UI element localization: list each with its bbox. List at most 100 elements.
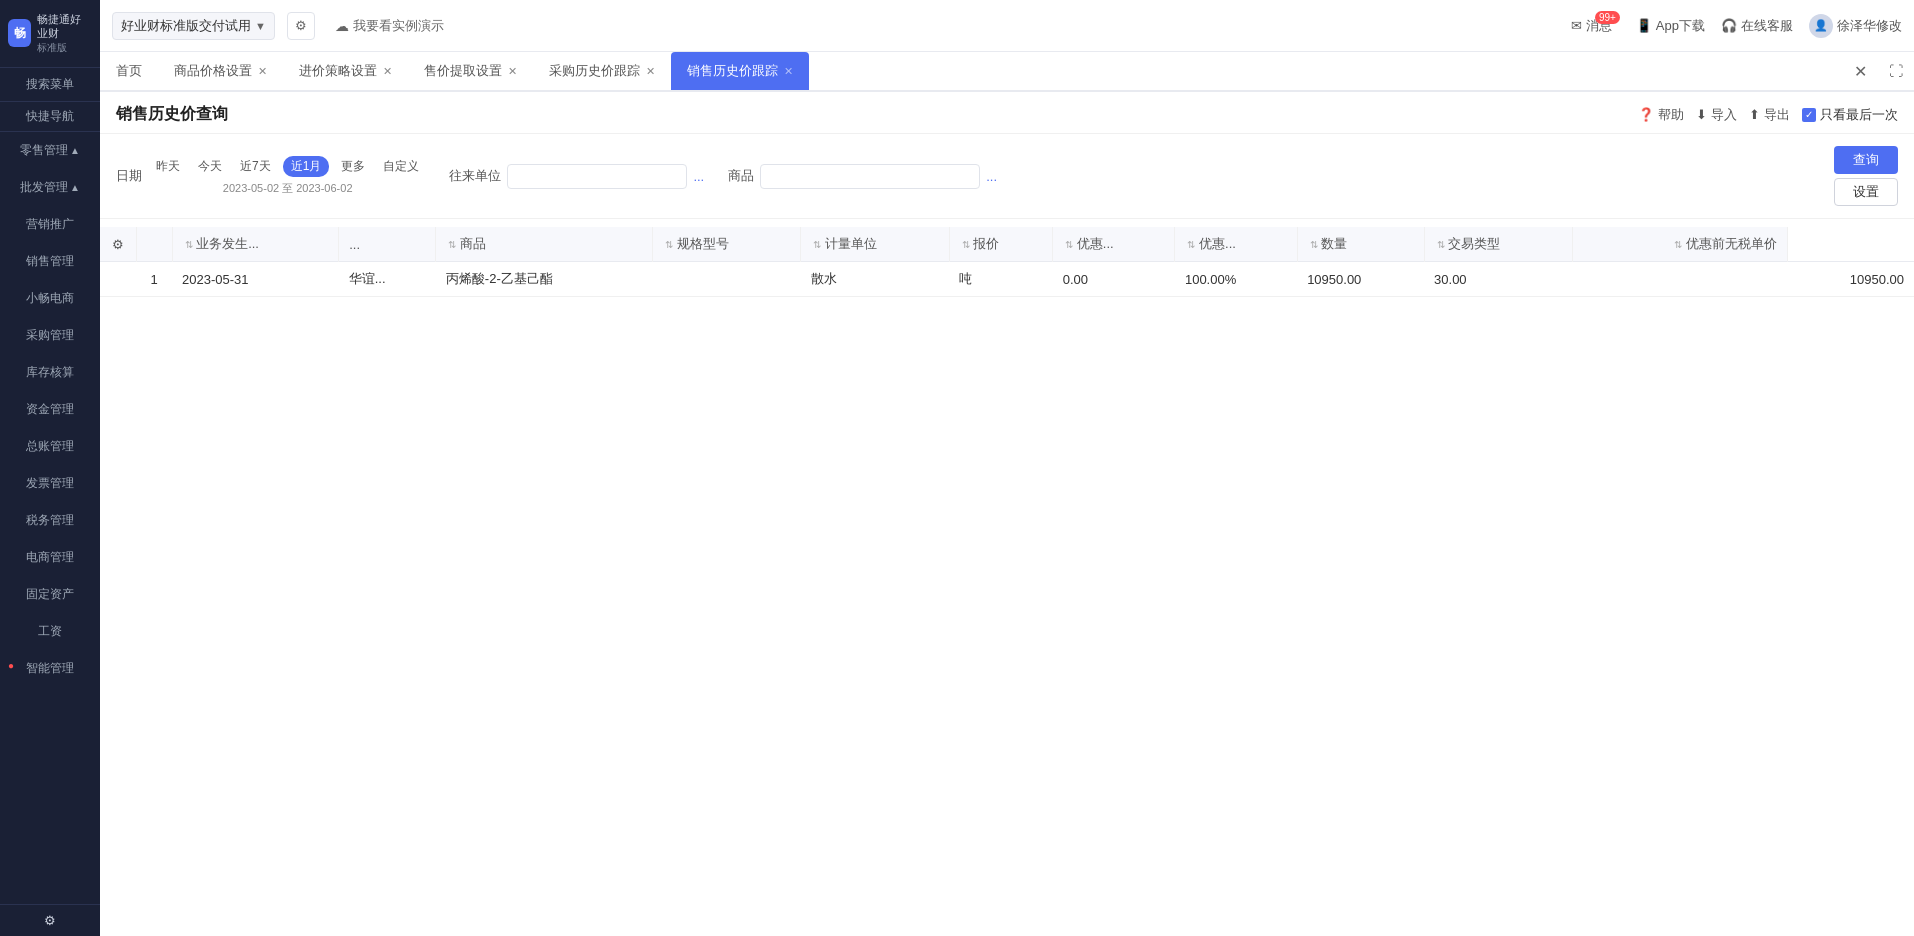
tab-close-price-extract[interactable]: ✕	[508, 65, 517, 78]
th-discount1[interactable]: ⇅ 优惠...	[1053, 227, 1175, 262]
date-btn-yesterday[interactable]: 昨天	[150, 156, 186, 177]
tab-close-product-price[interactable]: ✕	[258, 65, 267, 78]
only-last-checkbox[interactable]: ✓ 只看最后一次	[1802, 106, 1898, 124]
import-icon: ⬇	[1696, 107, 1707, 122]
tab-close-sales-history[interactable]: ✕	[784, 65, 793, 78]
row-discount2: 10950.00	[1297, 262, 1424, 297]
app-download-button[interactable]: 📱 App下载	[1636, 17, 1705, 35]
sidebar-menu: 零售管理 ▲ 批发管理 ▲ 营销推广 销售管理 小畅电商 采购管理 库存核算 资…	[0, 132, 100, 904]
user-profile-button[interactable]: 👤 徐泽华修改	[1809, 14, 1902, 38]
th-qty[interactable]: ⇅ 数量	[1297, 227, 1424, 262]
filter-bar: 日期 昨天 今天 近7天 近1月 更多 自定义 2023-05-02 至 202…	[100, 134, 1914, 219]
window-controls: ✕ ⛶	[1842, 53, 1914, 89]
settings-button[interactable]: 设置	[1834, 178, 1898, 206]
from-unit-filter-group: 往来单位 ...	[449, 164, 704, 189]
date-btn-today[interactable]: 今天	[192, 156, 228, 177]
sidebar-search[interactable]: 搜索菜单	[0, 68, 100, 102]
sort-icon: ⇅	[185, 239, 193, 250]
import-button[interactable]: ⬇ 导入	[1696, 106, 1737, 124]
sort-icon: ⇅	[813, 239, 821, 250]
row-qty: 30.00	[1424, 262, 1572, 297]
sidebar-item-smart[interactable]: ● 智能管理	[0, 650, 100, 687]
th-pretax-price[interactable]: ⇅ 优惠前无税单价	[1572, 227, 1787, 262]
message-icon: ✉	[1571, 18, 1582, 33]
row-price: 0.00	[1053, 262, 1175, 297]
date-btn-7days[interactable]: 近7天	[234, 156, 277, 177]
th-discount2[interactable]: ⇅ 优惠...	[1175, 227, 1297, 262]
sidebar-item-sales[interactable]: 销售管理	[0, 243, 100, 280]
sidebar-quick-nav[interactable]: 快捷导航	[0, 102, 100, 132]
date-range-display: 2023-05-02 至 2023-06-02	[223, 181, 353, 196]
sidebar-item-invoice[interactable]: 发票管理	[0, 465, 100, 502]
row-gear[interactable]	[100, 262, 136, 297]
help-icon: ❓	[1638, 107, 1654, 122]
th-price[interactable]: ⇅ 报价	[949, 227, 1053, 262]
cloud-icon: ☁	[335, 18, 349, 34]
from-unit-input[interactable]	[507, 164, 687, 189]
tab-home[interactable]: 首页	[100, 52, 158, 92]
tab-product-price[interactable]: 商品价格设置 ✕	[158, 52, 283, 92]
sidebar-logo: 畅 畅捷通好业财 标准版	[0, 0, 100, 68]
phone-icon: 📱	[1636, 18, 1652, 33]
date-options: 昨天 今天 近7天 近1月 更多 自定义 2023-05-02 至 2023-0…	[150, 156, 425, 196]
tab-purchase-strategy[interactable]: 进价策略设置 ✕	[283, 52, 408, 92]
th-settings[interactable]: ⚙	[100, 227, 136, 262]
date-btn-1month[interactable]: 近1月	[283, 156, 330, 177]
workspace-arrow-icon: ▼	[255, 20, 266, 32]
row-spec	[653, 262, 801, 297]
date-btn-more[interactable]: 更多	[335, 156, 371, 177]
workspace-settings-button[interactable]: ⚙	[287, 12, 315, 40]
th-more[interactable]: ...	[339, 227, 436, 262]
row-measure: 吨	[949, 262, 1053, 297]
tab-price-extract[interactable]: 售价提取设置 ✕	[408, 52, 533, 92]
product-more-button[interactable]: ...	[986, 169, 997, 184]
row-product: 丙烯酸-2-乙基己酯	[436, 262, 653, 297]
th-trade-type[interactable]: ⇅ 交易类型	[1424, 227, 1572, 262]
query-button[interactable]: 查询	[1834, 146, 1898, 174]
tab-sales-history[interactable]: 销售历史价跟踪 ✕	[671, 52, 809, 92]
th-date[interactable]: ⇅ 业务发生...	[172, 227, 339, 262]
tab-close-purchase-strategy[interactable]: ✕	[383, 65, 392, 78]
message-button[interactable]: ✉ 消息 99+	[1571, 17, 1612, 35]
topbar-right: ✉ 消息 99+ 📱 App下载 🎧 在线客服 👤 徐泽华修改	[1571, 14, 1902, 38]
export-button[interactable]: ⬆ 导出	[1749, 106, 1790, 124]
sidebar-item-payroll[interactable]: 工资	[0, 613, 100, 650]
sidebar-settings-icon[interactable]: ⚙	[0, 904, 100, 936]
sidebar-item-ledger[interactable]: 总账管理	[0, 428, 100, 465]
from-unit-label: 往来单位	[449, 167, 501, 185]
sidebar-item-wholesale[interactable]: 批发管理 ▲	[0, 169, 100, 206]
th-spec[interactable]: ⇅ 规格型号	[653, 227, 801, 262]
export-icon: ⬆	[1749, 107, 1760, 122]
sidebar-item-purchase[interactable]: 采购管理	[0, 317, 100, 354]
sidebar-item-ecommerce-small[interactable]: 小畅电商	[0, 280, 100, 317]
help-button[interactable]: ❓ 帮助	[1638, 106, 1684, 124]
product-label: 商品	[728, 167, 754, 185]
tab-purchase-history[interactable]: 采购历史价跟踪 ✕	[533, 52, 671, 92]
date-btn-custom[interactable]: 自定义	[377, 156, 425, 177]
from-unit-more-button[interactable]: ...	[693, 169, 704, 184]
date-row1: 昨天 今天 近7天 近1月 更多 自定义	[150, 156, 425, 177]
date-label: 日期	[116, 167, 142, 185]
product-filter-group: 商品 ...	[728, 164, 997, 189]
sidebar-item-ecommerce[interactable]: 电商管理	[0, 539, 100, 576]
product-input[interactable]	[760, 164, 980, 189]
window-maximize-button[interactable]: ⛶	[1878, 53, 1914, 89]
headset-icon: 🎧	[1721, 18, 1737, 33]
row-more[interactable]: 华谊...	[339, 262, 436, 297]
th-product[interactable]: ⇅ 商品	[436, 227, 653, 262]
sidebar-item-assets[interactable]: 固定资产	[0, 576, 100, 613]
sidebar-item-inventory[interactable]: 库存核算	[0, 354, 100, 391]
sidebar-item-finance[interactable]: 资金管理	[0, 391, 100, 428]
sidebar-item-marketing[interactable]: 营销推广	[0, 206, 100, 243]
sort-icon: ⇅	[1674, 239, 1682, 250]
th-unit[interactable]: ⇅ 计量单位	[801, 227, 949, 262]
row-unit: 散水	[801, 262, 949, 297]
message-badge: 99+	[1595, 11, 1620, 24]
sidebar-item-retail[interactable]: 零售管理 ▲	[0, 132, 100, 169]
tab-close-purchase-history[interactable]: ✕	[646, 65, 655, 78]
workspace-selector[interactable]: 好业财标准版交付试用 ▼	[112, 12, 275, 40]
sidebar-item-tax[interactable]: 税务管理	[0, 502, 100, 539]
demo-button[interactable]: ☁ 我要看实例演示	[335, 17, 444, 35]
online-service-button[interactable]: 🎧 在线客服	[1721, 17, 1793, 35]
window-close-button[interactable]: ✕	[1842, 53, 1878, 89]
